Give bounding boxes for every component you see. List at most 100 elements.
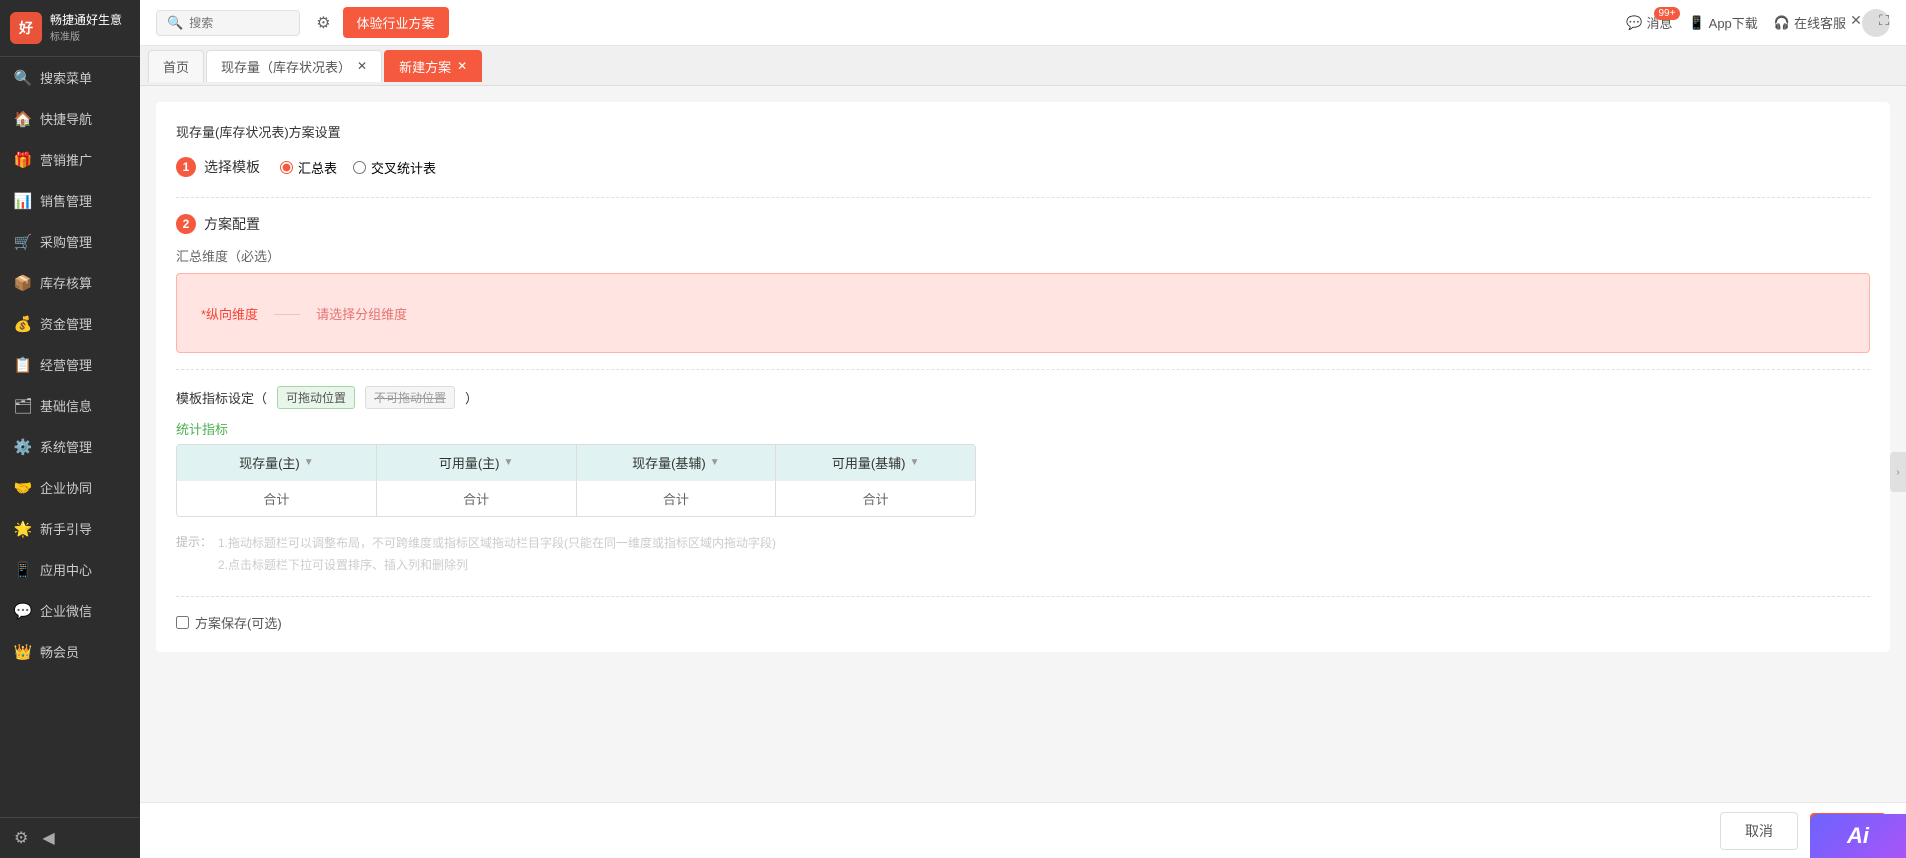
radio-summary[interactable]: 汇总表 [280, 158, 337, 177]
chevron-down-icon-4: ▼ [910, 457, 920, 468]
tab-inventory-label: 现存量（库存状况表） [221, 57, 351, 76]
app-download-label: App下载 [1709, 13, 1758, 32]
expand-window-button[interactable]: ⛶ [1874, 10, 1894, 30]
crown-icon: 👑 [14, 643, 32, 661]
section-template: 1 选择模板 汇总表 交叉统计表 [176, 157, 1870, 177]
sidebar-label-inventory: 库存核算 [40, 273, 92, 292]
sidebar-item-marketing[interactable]: 🎁 营销推广 [0, 139, 140, 180]
gear-icon: ⚙️ [14, 438, 32, 456]
collapse-footer-icon[interactable]: ◀ [42, 828, 54, 848]
section-config: 2 方案配置 汇总维度（必选） *纵向维度 —— 请选择分组维度 [176, 214, 1870, 576]
search-input[interactable] [189, 16, 289, 30]
tab-inventory-close[interactable]: ✕ [357, 59, 367, 73]
sidebar-label-system: 系统管理 [40, 437, 92, 456]
search-icon: 🔍 [14, 69, 32, 87]
dimension-box[interactable]: *纵向维度 —— 请选择分组维度 [176, 273, 1870, 353]
stats-col-4-body: 合计 [776, 480, 975, 516]
sidebar-item-purchase[interactable]: 🛒 采购管理 [0, 221, 140, 262]
sidebar-label-search: 搜索菜单 [40, 68, 92, 87]
tips-item-1: 1.拖动标题栏可以调整布局，不可跨维度或指标区域拖动栏目字段(只能在同一维度或指… [218, 533, 776, 555]
phone-icon: 📱 [1688, 15, 1704, 31]
sidebar-item-wechat[interactable]: 💬 企业微信 [0, 590, 140, 631]
settings-footer-icon[interactable]: ⚙ [14, 828, 28, 848]
stats-col-3-header[interactable]: 现存量(基辅) ▼ [577, 445, 777, 480]
dimension-arrow: —— [274, 306, 300, 321]
tab-home-label: 首页 [163, 57, 189, 76]
radio-cross[interactable]: 交叉统计表 [353, 158, 436, 177]
sidebar-label-marketing: 营销推广 [40, 150, 92, 169]
topbar-search-box[interactable]: 🔍 [156, 10, 300, 36]
sidebar-item-search[interactable]: 🔍 搜索菜单 [0, 57, 140, 98]
section-divider-3 [176, 596, 1870, 597]
stats-col-2-body: 合计 [377, 480, 577, 516]
tab-new-plan-close[interactable]: ✕ [457, 59, 467, 73]
topbar: 🔍 ⚙ 体验行业方案 💬 消息 99+ 📱 App下载 🎧 在线客服 ✕ ⛶ [140, 0, 1906, 46]
stats-col-4-label: 可用量(基辅) [832, 453, 906, 472]
sidebar-item-finance[interactable]: 💰 资金管理 [0, 303, 140, 344]
dimension-required-label: 汇总维度（必选） [176, 246, 1870, 265]
required-star: *纵向维度 [201, 304, 258, 323]
sidebar-item-member[interactable]: 👑 畅会员 [0, 631, 140, 672]
mobile-icon: 📱 [14, 561, 32, 579]
indicator-settings-label: 模板指标设定（ [176, 388, 267, 407]
sidebar-item-system[interactable]: ⚙️ 系统管理 [0, 426, 140, 467]
save-checkbox[interactable] [176, 616, 189, 629]
close-window-button[interactable]: ✕ [1846, 10, 1866, 30]
bottombar: 取消 查询 [140, 802, 1906, 858]
app-download-button[interactable]: 📱 App下载 [1688, 13, 1757, 32]
home-icon: 🏠 [14, 110, 32, 128]
main-area: 🔍 ⚙ 体验行业方案 💬 消息 99+ 📱 App下载 🎧 在线客服 ✕ ⛶ [140, 0, 1906, 858]
stats-table: 现存量(主) ▼ 可用量(主) ▼ 现存量(基辅) ▼ [176, 444, 976, 517]
topbar-gear-icon[interactable]: ⚙ [316, 13, 330, 33]
app-badge: 标准版 [50, 28, 122, 43]
sidebar-item-cooperation[interactable]: 🤝 企业协同 [0, 467, 140, 508]
sidebar-item-basic[interactable]: 🗂 基础信息 [0, 385, 140, 426]
sidebar-item-apps[interactable]: 📱 应用中心 [0, 549, 140, 590]
dimension-placeholder: *纵向维度 —— 请选择分组维度 [201, 304, 407, 323]
indicator-draggable-badge: 可拖动位置 [277, 386, 355, 409]
sidebar-footer: ⚙ ◀ [0, 817, 140, 858]
clipboard-icon: 📋 [14, 356, 32, 374]
section1-header: 1 选择模板 汇总表 交叉统计表 [176, 157, 1870, 177]
stats-col-1-header[interactable]: 现存量(主) ▼ [177, 445, 377, 480]
gift-icon: 🎁 [14, 151, 32, 169]
trial-button[interactable]: 体验行业方案 [343, 7, 449, 38]
sidebar-label-wechat: 企业微信 [40, 601, 92, 620]
section1-label: 选择模板 [204, 157, 260, 177]
headset-icon: 🎧 [1774, 15, 1790, 31]
cancel-button[interactable]: 取消 [1720, 812, 1798, 850]
sidebar-item-shortcut[interactable]: 🏠 快捷导航 [0, 98, 140, 139]
indicator-suffix: ） [465, 388, 478, 407]
chat-icon: 💬 [14, 602, 32, 620]
stats-col-1-body: 合计 [177, 480, 377, 516]
stats-col-2-header[interactable]: 可用量(主) ▼ [377, 445, 577, 480]
dimension-hint: 请选择分组维度 [316, 304, 407, 323]
main-panel: 现存量(库存状况表)方案设置 1 选择模板 汇总表 [156, 102, 1890, 652]
handshake-icon: 🤝 [14, 479, 32, 497]
sidebar-item-newbie[interactable]: 🌟 新手引导 [0, 508, 140, 549]
section2-header: 2 方案配置 [176, 214, 1870, 234]
topbar-search-icon: 🔍 [167, 15, 183, 31]
tips-label: 提示： [176, 533, 212, 550]
section2-label: 方案配置 [204, 214, 260, 234]
tab-home[interactable]: 首页 [148, 50, 204, 82]
message-button[interactable]: 💬 消息 99+ [1626, 13, 1672, 32]
stats-col-1-label: 现存量(主) [239, 453, 300, 472]
chart-icon: 📊 [14, 192, 32, 210]
section1-num: 1 [176, 157, 196, 177]
message-badge: 99+ [1654, 7, 1681, 20]
right-edge-collapse[interactable]: › [1890, 452, 1906, 492]
ai-badge[interactable]: Ai [1810, 814, 1906, 858]
sidebar-item-sales[interactable]: 📊 销售管理 [0, 180, 140, 221]
sidebar-item-inventory[interactable]: 📦 库存核算 [0, 262, 140, 303]
tab-inventory-status[interactable]: 现存量（库存状况表） ✕ [206, 50, 382, 82]
sidebar-label-member: 畅会员 [40, 642, 79, 661]
sidebar-logo: 好 畅捷通好生意 标准版 [0, 0, 140, 57]
sidebar-nav: 🔍 搜索菜单 🏠 快捷导航 🎁 营销推广 📊 销售管理 🛒 采购管理 📦 库存核… [0, 57, 140, 817]
tab-new-plan[interactable]: 新建方案 ✕ [384, 50, 482, 82]
window-controls: ✕ ⛶ [1834, 0, 1906, 40]
stats-col-4-header[interactable]: 可用量(基辅) ▼ [776, 445, 975, 480]
tab-new-plan-label: 新建方案 [399, 57, 451, 76]
app-logo-icon: 好 [10, 12, 42, 44]
sidebar-item-operations[interactable]: 📋 经营管理 [0, 344, 140, 385]
